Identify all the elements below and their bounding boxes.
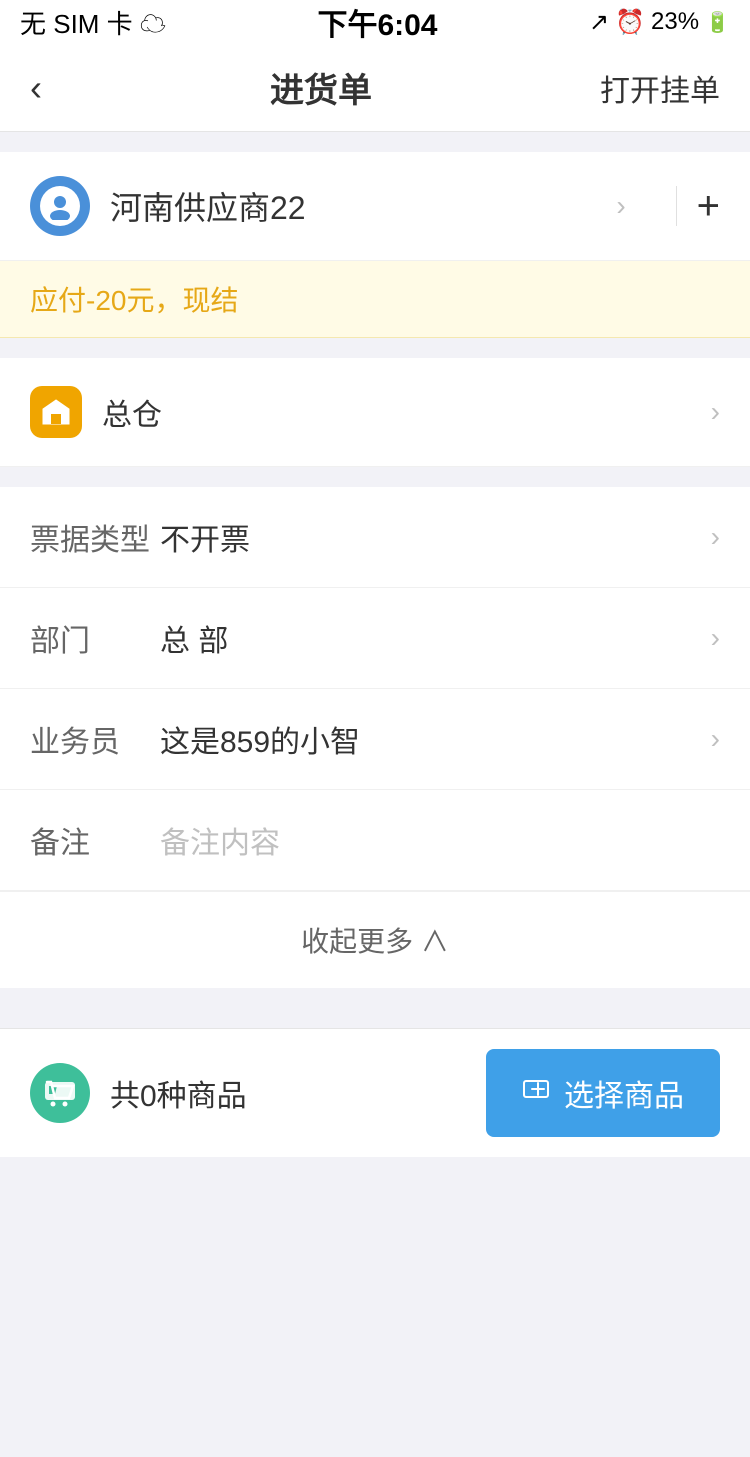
supplier-divider xyxy=(676,186,677,226)
section-gap-1 xyxy=(0,132,750,152)
salesperson-arrow-icon: › xyxy=(711,723,720,755)
department-value: 总 部 xyxy=(160,616,711,660)
warehouse-row[interactable]: 总仓 › xyxy=(0,358,750,467)
department-row[interactable]: 部门 总 部 › xyxy=(0,588,750,689)
avatar-icon xyxy=(40,186,80,226)
invoice-type-arrow-icon: › xyxy=(711,521,720,553)
section-gap-4 xyxy=(0,988,750,1008)
status-bar: 无 SIM 卡 ☁ 下午6:04 ↗ ⏰ 23% 🔋 xyxy=(0,0,750,44)
section-gap-3 xyxy=(0,467,750,487)
bottom-bar: 共0种商品 选择商品 xyxy=(0,1028,750,1157)
nav-bar: ‹ 进货单 打开挂单 xyxy=(0,44,750,132)
supplier-avatar xyxy=(30,176,90,236)
fields-section: 票据类型 不开票 › 部门 总 部 › 业务员 这是859的小智 › 备注 备注… xyxy=(0,487,750,988)
add-supplier-button[interactable]: + xyxy=(697,184,720,229)
section-gap-2 xyxy=(0,338,750,358)
product-count: 共0种商品 xyxy=(110,1071,486,1115)
select-product-label: 选择商品 xyxy=(564,1071,684,1115)
back-button[interactable]: ‹ xyxy=(30,67,42,109)
notice-bar: 应付-20元，现结 xyxy=(0,261,750,338)
invoice-type-value: 不开票 xyxy=(160,515,711,559)
salesperson-label: 业务员 xyxy=(30,717,160,761)
status-time: 下午6:04 xyxy=(317,0,437,44)
open-pending-button[interactable]: 打开挂单 xyxy=(600,66,720,110)
page-title: 进货单 xyxy=(270,63,372,112)
status-right: ↗ ⏰ 23% 🔋 xyxy=(589,8,730,37)
supplier-arrow-icon: › xyxy=(616,190,625,222)
remark-row[interactable]: 备注 备注内容 xyxy=(0,790,750,891)
battery-icon: 🔋 xyxy=(705,10,730,35)
salesperson-row[interactable]: 业务员 这是859的小智 › xyxy=(0,689,750,790)
select-product-button[interactable]: 选择商品 xyxy=(486,1049,720,1137)
location-icon: ↗ xyxy=(589,8,609,37)
page-background xyxy=(0,1157,750,1457)
status-left: 无 SIM 卡 ☁ xyxy=(20,4,166,41)
remark-label: 备注 xyxy=(30,818,160,862)
cart-icon-wrap xyxy=(30,1063,90,1123)
alarm-icon: ⏰ xyxy=(615,8,645,37)
warehouse-arrow-icon: › xyxy=(711,396,720,428)
sim-status: 无 SIM 卡 ☁ xyxy=(20,4,166,41)
invoice-type-label: 票据类型 xyxy=(30,515,160,559)
department-arrow-icon: › xyxy=(711,622,720,654)
supplier-section: 河南供应商22 › + 应付-20元，现结 xyxy=(0,152,750,338)
collapse-button[interactable]: 收起更多 ∧ xyxy=(0,891,750,988)
supplier-name: 河南供应商22 xyxy=(110,183,616,229)
warehouse-name: 总仓 xyxy=(102,390,711,434)
salesperson-value: 这是859的小智 xyxy=(160,717,711,761)
battery-level: 23% xyxy=(651,8,699,36)
select-product-icon xyxy=(522,1075,554,1111)
department-label: 部门 xyxy=(30,616,160,660)
warehouse-section: 总仓 › xyxy=(0,358,750,467)
supplier-row[interactable]: 河南供应商22 › + xyxy=(0,152,750,261)
warehouse-icon-wrap xyxy=(30,386,82,438)
invoice-type-row[interactable]: 票据类型 不开票 › xyxy=(0,487,750,588)
remark-input[interactable]: 备注内容 xyxy=(160,818,720,862)
